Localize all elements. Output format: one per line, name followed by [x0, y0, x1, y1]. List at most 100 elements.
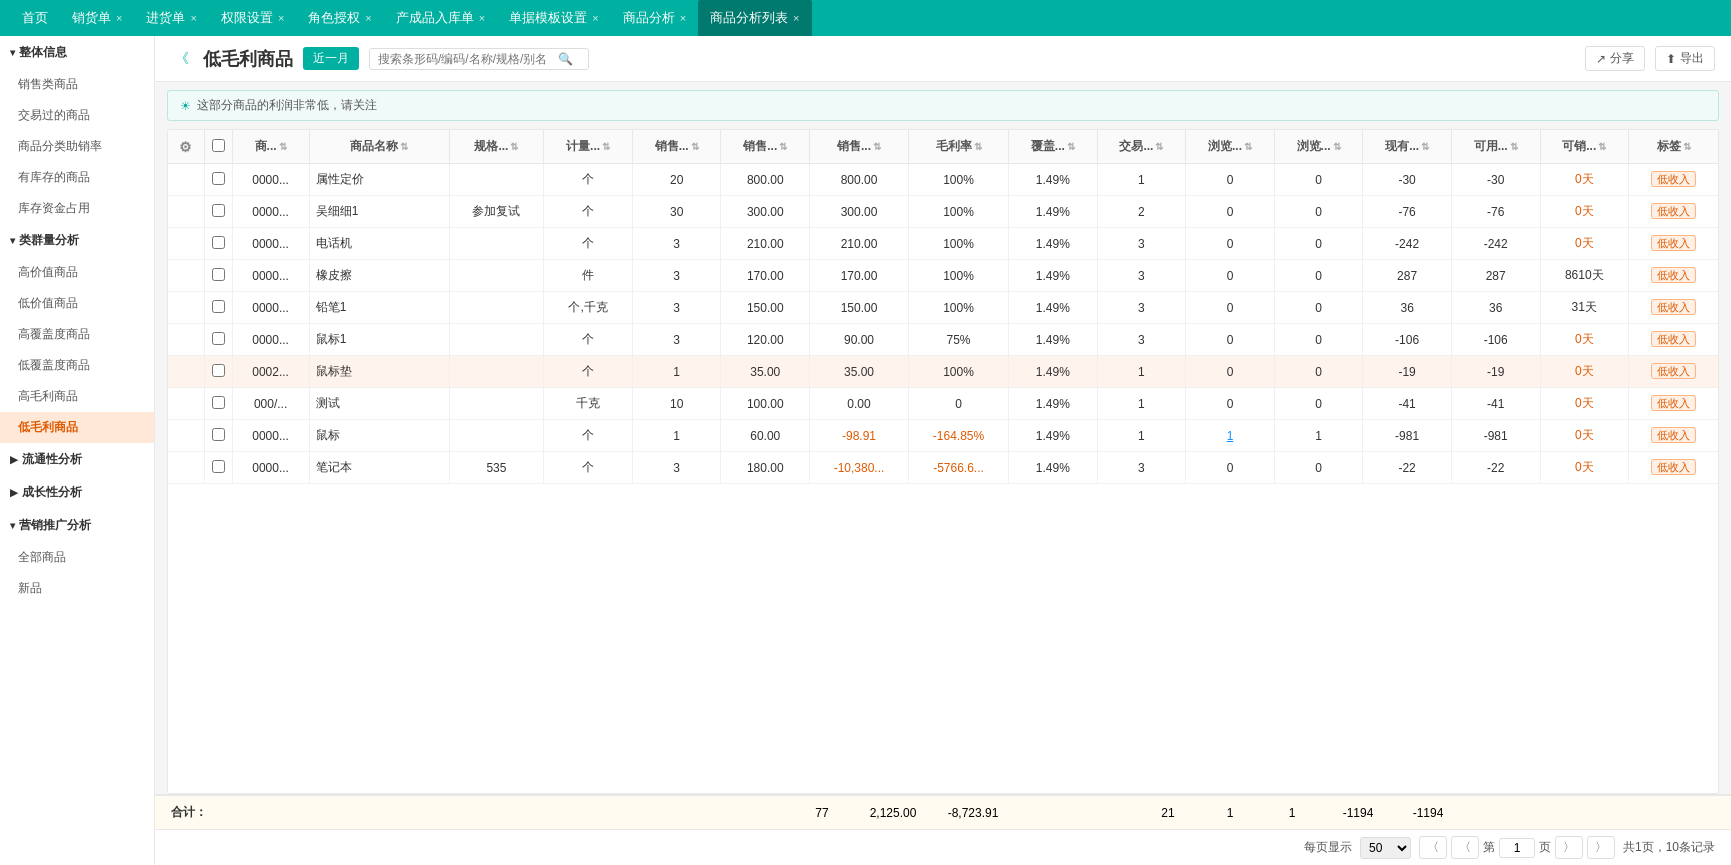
share-button[interactable]: ↗ 分享 — [1585, 46, 1645, 71]
sidebar-item-low-profit[interactable]: 低毛利商品 — [0, 412, 154, 443]
pagination-page-input[interactable] — [1499, 838, 1535, 858]
row-view1[interactable]: 0 — [1186, 196, 1275, 228]
row-checkbox-input[interactable] — [212, 236, 225, 249]
sidebar-item-inventory-capital[interactable]: 库存资金占用 — [0, 193, 154, 224]
nav-home[interactable]: 首页 — [10, 0, 60, 36]
export-button[interactable]: ⬆ 导出 — [1655, 46, 1715, 71]
row-view1[interactable]: 0 — [1186, 260, 1275, 292]
row-view1[interactable]: 0 — [1186, 452, 1275, 484]
row-checkbox-input[interactable] — [212, 460, 225, 473]
search-input[interactable] — [378, 52, 558, 66]
nav-sales-order[interactable]: 销货单 × — [60, 0, 134, 36]
nav-product-analysis-list-close[interactable]: × — [793, 12, 799, 24]
row-view1[interactable]: 0 — [1186, 164, 1275, 196]
row-checkbox-input[interactable] — [212, 396, 225, 409]
row-view1[interactable]: 0 — [1186, 388, 1275, 420]
col-unit[interactable]: 计量...⇅ — [544, 130, 633, 164]
sidebar-group-cluster[interactable]: ▾ 类群量分析 — [0, 224, 154, 257]
col-tag[interactable]: 标签⇅ — [1629, 130, 1718, 164]
nav-role-auth-close[interactable]: × — [365, 12, 371, 24]
select-all-checkbox[interactable] — [212, 139, 225, 152]
pagination-next[interactable]: 〉 — [1555, 836, 1583, 859]
row-view1[interactable]: 0 — [1186, 292, 1275, 324]
nav-product-storage[interactable]: 产成品入库单 × — [384, 0, 497, 36]
collapse-sidebar-button[interactable]: 《 — [171, 50, 193, 68]
row-checkbox[interactable] — [204, 164, 232, 196]
row-checkbox-input[interactable] — [212, 172, 225, 185]
nav-template-settings[interactable]: 单据模板设置 × — [497, 0, 610, 36]
col-trade[interactable]: 交易...⇅ — [1097, 130, 1186, 164]
col-view2[interactable]: 浏览...⇅ — [1274, 130, 1363, 164]
row-view1[interactable]: 0 — [1186, 356, 1275, 388]
sidebar-item-sales-products[interactable]: 销售类商品 — [0, 69, 154, 100]
row-checkbox[interactable] — [204, 324, 232, 356]
row-checkbox[interactable] — [204, 228, 232, 260]
row-checkbox[interactable] — [204, 196, 232, 228]
sidebar-item-high-value[interactable]: 高价值商品 — [0, 257, 154, 288]
row-checkbox-input[interactable] — [212, 300, 225, 313]
col-code[interactable]: 商...⇅ — [232, 130, 309, 164]
col-spec[interactable]: 规格...⇅ — [449, 130, 544, 164]
pagination-prev[interactable]: 〈 — [1451, 836, 1479, 859]
sidebar-item-low-coverage[interactable]: 低覆盖度商品 — [0, 350, 154, 381]
sidebar-item-category-sales-rate[interactable]: 商品分类助销率 — [0, 131, 154, 162]
nav-product-analysis-close[interactable]: × — [680, 12, 686, 24]
sidebar-item-inventory-products[interactable]: 有库存的商品 — [0, 162, 154, 193]
sidebar-item-new-products[interactable]: 新品 — [0, 573, 154, 604]
nav-template-settings-close[interactable]: × — [592, 12, 598, 24]
row-checkbox[interactable] — [204, 388, 232, 420]
time-filter-button[interactable]: 近一月 — [303, 47, 359, 70]
col-saleable[interactable]: 可销...⇅ — [1540, 130, 1629, 164]
row-sales-amount: 170.00 — [810, 260, 909, 292]
nav-product-analysis-list[interactable]: 商品分析列表 × — [698, 0, 811, 36]
sidebar-group-liquidity[interactable]: ▶ 流通性分析 — [0, 443, 154, 476]
row-checkbox[interactable] — [204, 292, 232, 324]
row-view1[interactable]: 0 — [1186, 228, 1275, 260]
row-view1[interactable]: 1 — [1186, 420, 1275, 452]
col-available[interactable]: 可用...⇅ — [1451, 130, 1540, 164]
col-view1[interactable]: 浏览...⇅ — [1186, 130, 1275, 164]
col-settings[interactable]: ⚙ — [168, 130, 204, 164]
nav-permissions[interactable]: 权限设置 × — [209, 0, 296, 36]
sidebar-item-all-products[interactable]: 全部商品 — [0, 542, 154, 573]
row-checkbox[interactable] — [204, 260, 232, 292]
row-tag: 低收入 — [1629, 452, 1718, 484]
row-spec — [449, 292, 544, 324]
row-trade: 3 — [1097, 324, 1186, 356]
sidebar-item-low-value[interactable]: 低价值商品 — [0, 288, 154, 319]
nav-permissions-close[interactable]: × — [278, 12, 284, 24]
row-checkbox-input[interactable] — [212, 428, 225, 441]
sidebar-group-growth[interactable]: ▶ 成长性分析 — [0, 476, 154, 509]
row-view1[interactable]: 0 — [1186, 324, 1275, 356]
search-icon[interactable]: 🔍 — [558, 52, 573, 66]
sidebar-group-marketing[interactable]: ▾ 营销推广分析 — [0, 509, 154, 542]
pagination-last[interactable]: 〉 — [1587, 836, 1615, 859]
nav-product-analysis[interactable]: 商品分析 × — [611, 0, 698, 36]
row-checkbox[interactable] — [204, 452, 232, 484]
pagination-first[interactable]: 〈 — [1419, 836, 1447, 859]
per-page-select[interactable]: 50 100 200 — [1360, 837, 1411, 859]
row-checkbox[interactable] — [204, 356, 232, 388]
col-current[interactable]: 现有...⇅ — [1363, 130, 1452, 164]
col-sales-amount[interactable]: 销售...⇅ — [810, 130, 909, 164]
col-gross-rate[interactable]: 毛利率⇅ — [909, 130, 1009, 164]
col-name[interactable]: 商品名称⇅ — [309, 130, 449, 164]
nav-role-auth[interactable]: 角色授权 × — [296, 0, 383, 36]
row-checkbox[interactable] — [204, 420, 232, 452]
row-checkbox-input[interactable] — [212, 268, 225, 281]
nav-purchase-order[interactable]: 进货单 × — [134, 0, 208, 36]
row-checkbox-input[interactable] — [212, 204, 225, 217]
row-checkbox-input[interactable] — [212, 332, 225, 345]
col-sales-price[interactable]: 销售...⇅ — [721, 130, 810, 164]
sidebar-item-high-profit[interactable]: 高毛利商品 — [0, 381, 154, 412]
sidebar-item-high-coverage[interactable]: 高覆盖度商品 — [0, 319, 154, 350]
sidebar-group-overall[interactable]: ▾ 整体信息 — [0, 36, 154, 69]
nav-purchase-order-close[interactable]: × — [190, 12, 196, 24]
col-checkbox-all[interactable] — [204, 130, 232, 164]
col-cover-rate[interactable]: 覆盖...⇅ — [1009, 130, 1098, 164]
col-sales-qty[interactable]: 销售...⇅ — [632, 130, 721, 164]
nav-sales-order-close[interactable]: × — [116, 12, 122, 24]
row-checkbox-input[interactable] — [212, 364, 225, 377]
sidebar-item-traded-products[interactable]: 交易过的商品 — [0, 100, 154, 131]
nav-product-storage-close[interactable]: × — [479, 12, 485, 24]
